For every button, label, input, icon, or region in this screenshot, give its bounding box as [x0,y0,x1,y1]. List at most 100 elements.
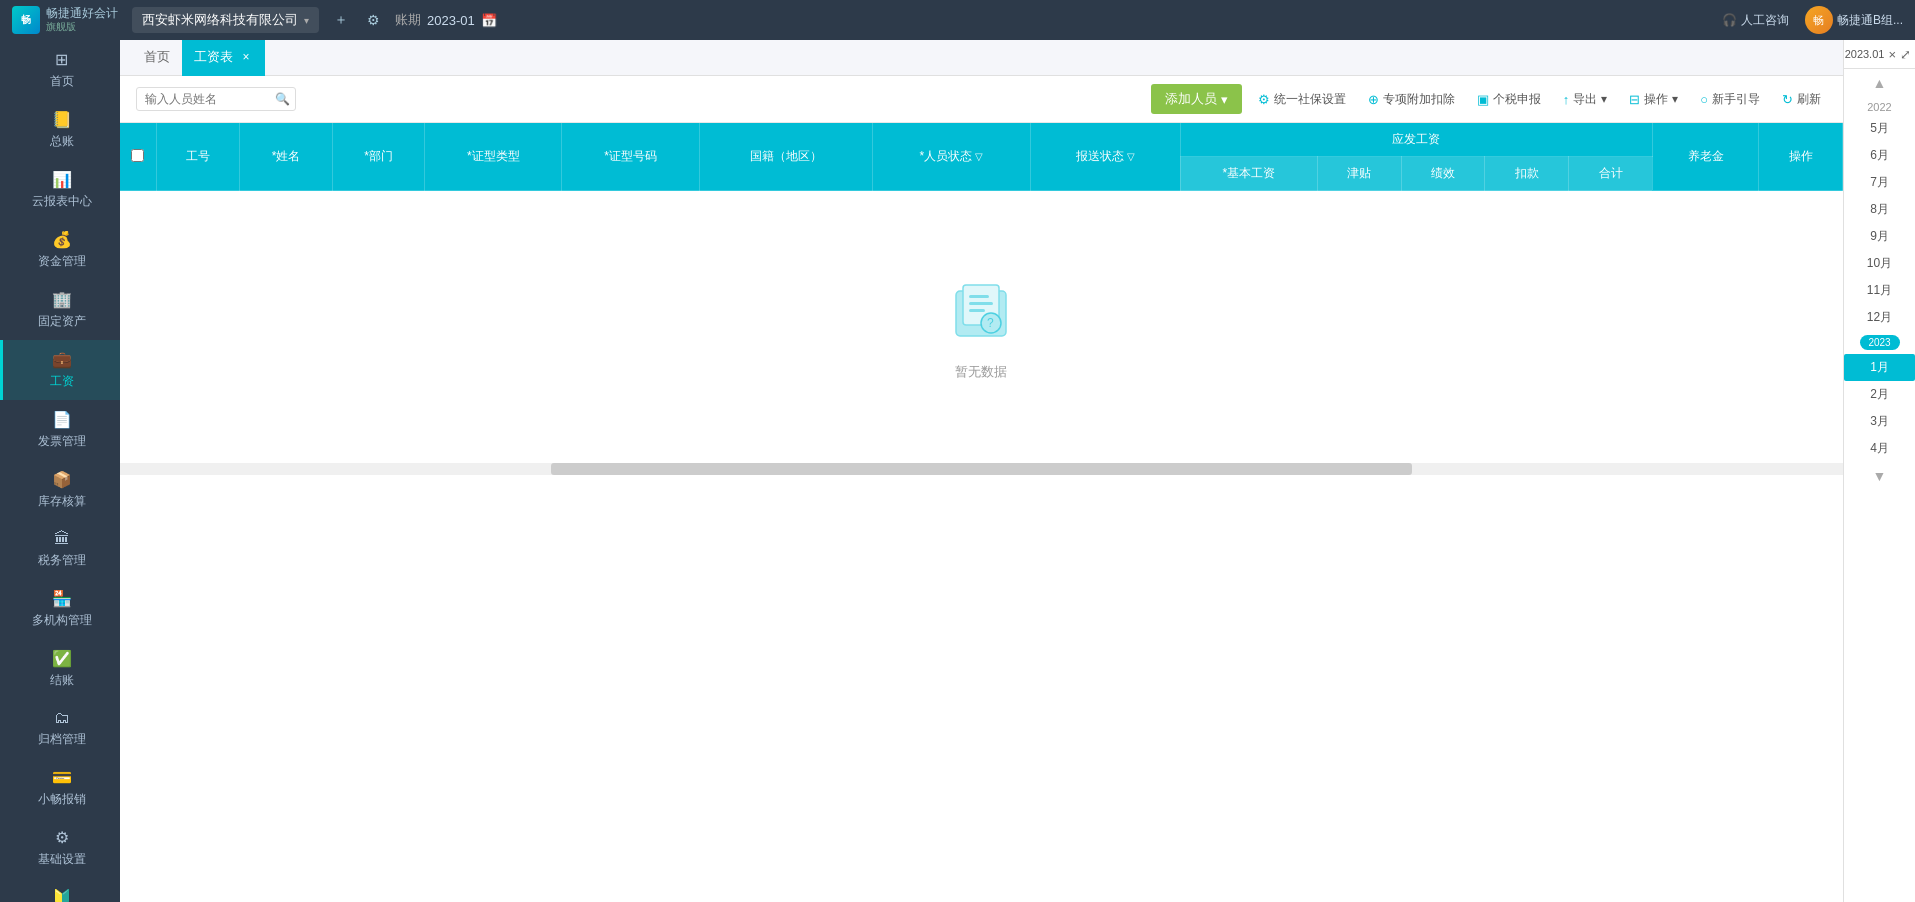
tax-label: 个税申报 [1493,91,1541,108]
sidebar-item-ledger[interactable]: 📒 总账 [0,100,120,160]
month-2023-1[interactable]: 1月 [1844,354,1915,381]
th-checkbox[interactable] [120,123,156,191]
guide-label: 新手引导 [1712,91,1760,108]
multi-icon: 🏪 [52,589,72,608]
sidebar-item-settle[interactable]: ✅ 结账 [0,639,120,699]
calendar-icon[interactable]: 📅 [481,13,497,28]
sidebar-label-ledger: 总账 [50,133,74,150]
support-btn[interactable]: 🎧 人工咨询 [1722,12,1789,29]
tab-home[interactable]: 首页 [132,40,182,76]
sidebar-label-invoice: 发票管理 [38,433,86,450]
salary-icon: 💼 [52,350,72,369]
headset-icon: 🎧 [1722,13,1737,27]
sidebar-item-stock[interactable]: 📦 库存核算 [0,460,120,520]
tax-icon: 🏛 [54,530,70,548]
user-label: 畅捷通B组... [1837,12,1903,29]
sidebar-item-guide[interactable]: 🔰 新手引导 [0,878,120,902]
month-2023-2[interactable]: 2月 [1844,381,1915,408]
next-year-btn[interactable]: ▼ [1868,464,1892,488]
right-panel: 2023.01 × ⤢ ▲ 2022 5月 6月 7月 8月 9月 10月 11… [1843,40,1915,902]
asset-icon: 🏢 [52,290,72,309]
month-2022-6[interactable]: 6月 [1844,142,1915,169]
month-2022-7[interactable]: 7月 [1844,169,1915,196]
sidebar-item-invoice[interactable]: 📄 发票管理 [0,400,120,460]
sidebar-label-home: 首页 [50,73,74,90]
sidebar-item-fund[interactable]: 💰 资金管理 [0,220,120,280]
sidebar-label-salary: 工资 [50,373,74,390]
horizontal-scrollbar[interactable] [120,463,1843,475]
panel-expand-button[interactable]: ⤢ [1900,44,1911,64]
th-status: *人员状态 ▽ [872,123,1030,191]
sidebar-label-expense: 小畅报销 [38,791,86,808]
tab-salary-close[interactable]: × [239,50,253,64]
deduct-icon: ⊕ [1368,92,1379,107]
refresh-btn[interactable]: ↻ 刷新 [1776,87,1827,112]
status-filter-icon[interactable]: ▽ [975,151,983,162]
month-2022-11[interactable]: 11月 [1844,277,1915,304]
user-profile[interactable]: 畅 畅捷通B组... [1805,6,1903,34]
export-arrow: ▾ [1601,92,1607,106]
export-btn[interactable]: ↑ 导出 ▾ [1557,87,1614,112]
month-2022-8[interactable]: 8月 [1844,196,1915,223]
tax-report-btn[interactable]: ▣ 个税申报 [1471,87,1547,112]
th-operation: 操作 [1759,123,1843,191]
month-2022-5[interactable]: 5月 [1844,115,1915,142]
operate-label: 操作 [1644,91,1668,108]
invoice-icon: 📄 [52,410,72,429]
period-value: 2023-01 [427,13,475,28]
sidebar-item-report[interactable]: 📊 云报表中心 [0,160,120,220]
settings-icon[interactable]: ⚙ [361,8,385,32]
period-label: 账期 [395,11,421,29]
sidebar-item-expense[interactable]: 💳 小畅报销 [0,758,120,818]
operate-btn[interactable]: ⊟ 操作 ▾ [1623,87,1684,112]
app-subtitle: 旗舰版 [46,20,118,34]
sidebar-item-home[interactable]: ⊞ 首页 [0,40,120,100]
social-label: 统一社保设置 [1274,91,1346,108]
current-period-label: 2023.01 [1845,48,1885,60]
home-icon: ⊞ [55,50,68,69]
stock-icon: 📦 [52,470,72,489]
sidebar: ⊞ 首页 📒 总账 📊 云报表中心 💰 资金管理 🏢 固定资产 💼 工资 📄 发… [0,40,120,902]
th-allowance: 津贴 [1317,157,1401,191]
empty-text: 暂无数据 [955,363,1007,381]
search-icon: 🔍 [275,92,290,106]
sidebar-item-tax[interactable]: 🏛 税务管理 [0,520,120,579]
select-all-checkbox[interactable] [131,149,144,162]
panel-close-button[interactable]: × [1888,44,1896,64]
th-total: 合计 [1569,157,1653,191]
sidebar-item-salary[interactable]: 💼 工资 [0,340,120,400]
company-selector[interactable]: 西安虾米网络科技有限公司 ▾ [132,7,319,33]
logo-text-block: 畅捷通好会计 旗舰版 [46,6,118,34]
report-filter-icon[interactable]: ▽ [1127,151,1135,162]
month-2023-3[interactable]: 3月 [1844,408,1915,435]
report-icon: 📊 [52,170,72,189]
sidebar-label-asset: 固定资产 [38,313,86,330]
search-wrap[interactable]: 🔍 [136,87,296,111]
search-input[interactable] [145,92,275,106]
tab-home-label: 首页 [144,48,170,66]
table-container[interactable]: 工号 *姓名 *部门 *证型类型 *证型号码 国籍（地区） *人员状态 ▽ 报送… [120,123,1843,902]
add-button[interactable]: ＋ [329,8,353,32]
sidebar-item-archive[interactable]: 🗂 归档管理 [0,699,120,758]
sidebar-label-report: 云报表中心 [32,193,92,210]
month-2022-12[interactable]: 12月 [1844,304,1915,331]
social-security-btn[interactable]: ⚙ 统一社保设置 [1252,87,1352,112]
add-person-button[interactable]: 添加人员 ▾ [1151,84,1242,114]
sidebar-item-settings[interactable]: ⚙ 基础设置 [0,818,120,878]
month-2022-9[interactable]: 9月 [1844,223,1915,250]
operate-arrow: ▾ [1672,92,1678,106]
month-2023-4[interactable]: 4月 [1844,435,1915,462]
tab-salary[interactable]: 工资表 × [182,40,265,76]
special-deduct-btn[interactable]: ⊕ 专项附加扣除 [1362,87,1461,112]
add-person-arrow: ▾ [1221,92,1228,107]
sidebar-item-asset[interactable]: 🏢 固定资产 [0,280,120,340]
sidebar-label-multi: 多机构管理 [32,612,92,629]
logo-area: 畅 畅捷通好会计 旗舰版 [12,6,132,34]
guide-btn[interactable]: ○ 新手引导 [1694,87,1766,112]
sidebar-item-multi[interactable]: 🏪 多机构管理 [0,579,120,639]
prev-year-btn[interactable]: ▲ [1868,71,1892,95]
month-2022-10[interactable]: 10月 [1844,250,1915,277]
sidebar-label-settings: 基础设置 [38,851,86,868]
expense-icon: 💳 [52,768,72,787]
panel-header: 2023.01 × ⤢ [1844,40,1915,69]
